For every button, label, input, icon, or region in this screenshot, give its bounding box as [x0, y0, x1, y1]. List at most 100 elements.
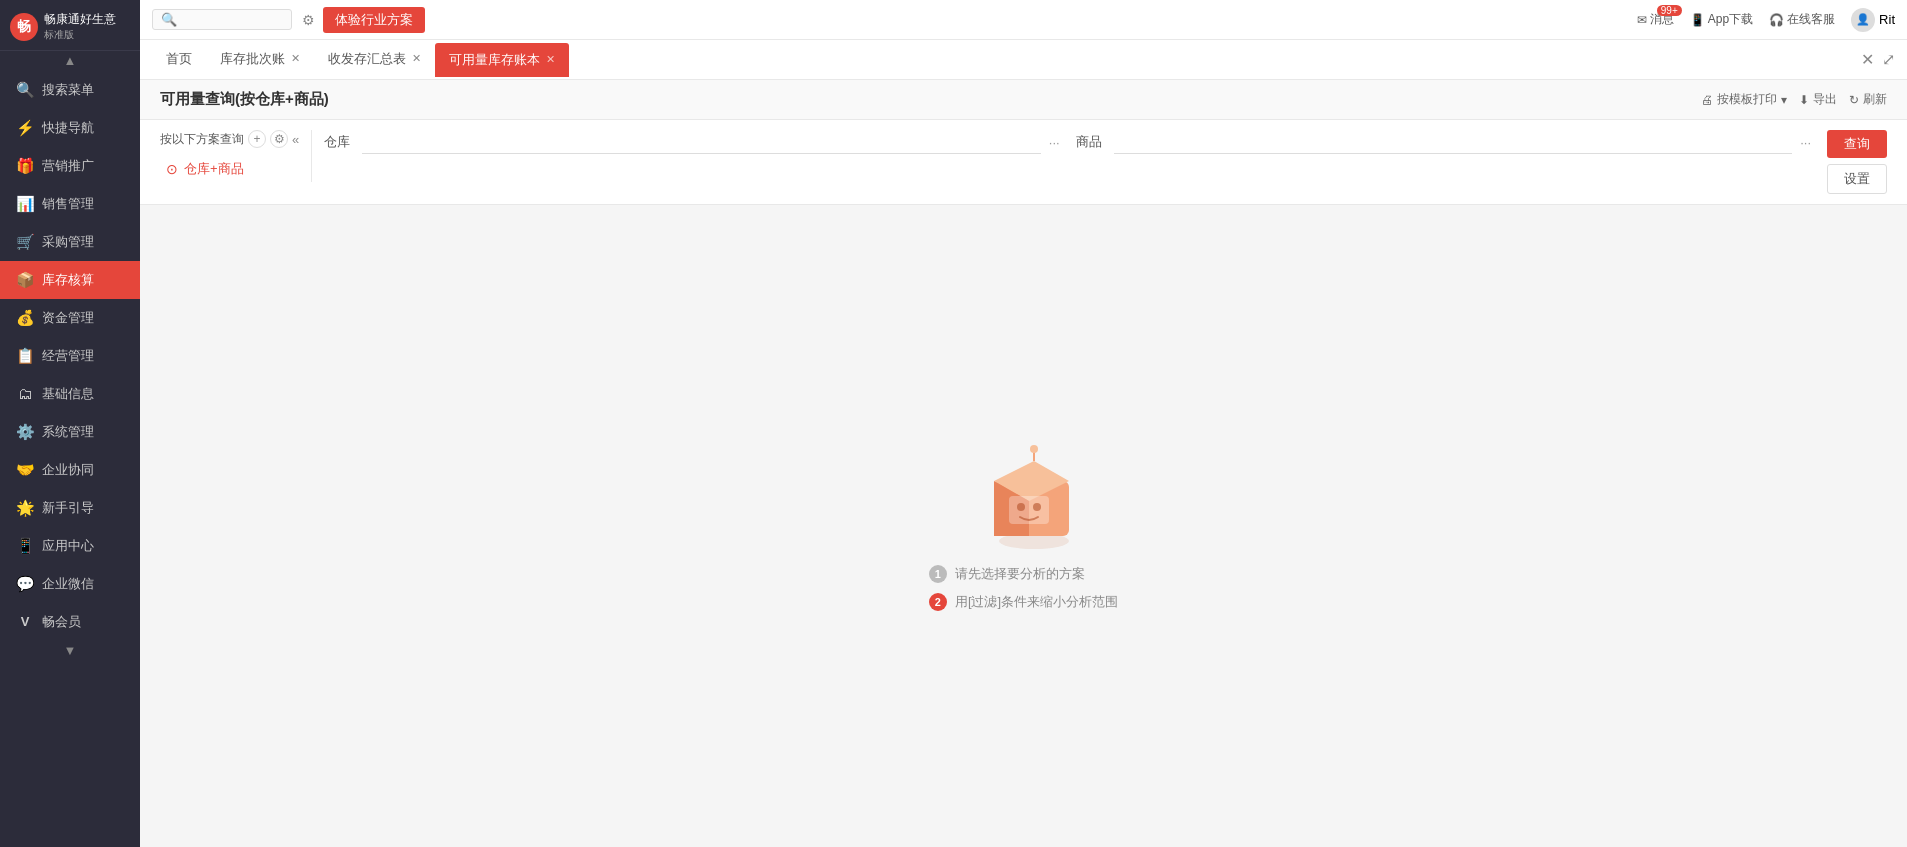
product-input[interactable] [1114, 130, 1793, 154]
enterprise-icon: 🤝 [16, 461, 34, 479]
marketing-icon: 🎁 [16, 157, 34, 175]
message-icon: ✉ [1637, 13, 1647, 27]
sidebar-item-wechat[interactable]: 💬 企业微信 [0, 565, 140, 603]
warehouse-field: 仓库 ··· [324, 130, 1059, 154]
query-scheme-panel: 按以下方案查询 + ⚙ « ⊙ 仓库+商品 [160, 130, 312, 182]
sidebar-item-basic[interactable]: 🗂 基础信息 [0, 375, 140, 413]
operations-icon: 📋 [16, 347, 34, 365]
expand-btn[interactable]: ⤢ [1882, 50, 1895, 69]
svg-point-6 [1033, 503, 1041, 511]
member-icon: V [16, 614, 34, 629]
page-header: 可用量查询(按仓库+商品) 🖨 按模板打印 ▾ ⬇ 导出 ↻ 刷新 [140, 80, 1907, 120]
tab-batch-account[interactable]: 库存批次账 ✕ [206, 42, 314, 78]
user-menu[interactable]: 👤 Rit [1851, 8, 1895, 32]
newbie-icon: 🌟 [16, 499, 34, 517]
purchase-icon: 🛒 [16, 233, 34, 251]
message-btn[interactable]: ✉ 消息 99+ [1637, 11, 1674, 28]
tab-available-close[interactable]: ✕ [546, 53, 555, 66]
headset-icon: 🎧 [1769, 13, 1784, 27]
empty-illustration [974, 441, 1074, 541]
sidebar-scroll-down[interactable]: ▼ [0, 641, 140, 661]
topbar: 🔍 ⚙ 体验行业方案 ✉ 消息 99+ 📱 App下载 🎧 在线客服 👤 [140, 0, 1907, 40]
tabbar: 首页 库存批次账 ✕ 收发存汇总表 ✕ 可用量库存账本 ✕ ✕ ⤢ [140, 40, 1907, 80]
warehouse-input[interactable] [362, 130, 1041, 154]
finance-icon: 💰 [16, 309, 34, 327]
warehouse-more-btn[interactable]: ··· [1049, 135, 1060, 150]
settings-panel-btn[interactable]: 设置 [1827, 164, 1887, 194]
query-btn[interactable]: 查询 [1827, 130, 1887, 158]
logo-icon: 畅 [10, 13, 38, 41]
sidebar-item-app[interactable]: 📱 应用中心 [0, 527, 140, 565]
app-icon: 📱 [16, 537, 34, 555]
app-badge: 标准版 [44, 28, 116, 42]
query-row: 仓库 ··· 商品 ··· [324, 130, 1811, 154]
scheme-header: 按以下方案查询 + ⚙ « [160, 130, 299, 148]
sidebar-item-shortcut[interactable]: ⚡ 快捷导航 [0, 109, 140, 147]
username: Rit [1879, 12, 1895, 27]
product-more-btn[interactable]: ··· [1800, 135, 1811, 150]
query-actions: 查询 设置 [1827, 130, 1887, 194]
query-fields: 仓库 ··· 商品 ··· [324, 130, 1811, 154]
search-icon: 🔍 [161, 12, 177, 27]
sidebar-scroll-up[interactable]: ▲ [0, 51, 140, 71]
refresh-btn[interactable]: ↻ 刷新 [1849, 91, 1887, 108]
empty-tip-2: 2 用[过滤]条件来缩小分析范围 [929, 593, 1118, 611]
empty-state: 1 请先选择要分析的方案 2 用[过滤]条件来缩小分析范围 [140, 205, 1907, 847]
inventory-icon: 📦 [16, 271, 34, 289]
app-download-btn[interactable]: 📱 App下载 [1690, 11, 1753, 28]
industry-btn[interactable]: 体验行业方案 [323, 7, 425, 33]
tip-number-1: 1 [929, 565, 947, 583]
sidebar-item-inventory[interactable]: 📦 库存核算 [0, 261, 140, 299]
sidebar-item-search[interactable]: 🔍 搜索菜单 [0, 71, 140, 109]
refresh-icon: ↻ [1849, 93, 1859, 107]
sidebar-item-finance[interactable]: 💰 资金管理 [0, 299, 140, 337]
sidebar-item-enterprise[interactable]: 🤝 企业协同 [0, 451, 140, 489]
tab-batch-account-close[interactable]: ✕ [291, 52, 300, 65]
sales-icon: 📊 [16, 195, 34, 213]
main-area: 🔍 ⚙ 体验行业方案 ✉ 消息 99+ 📱 App下载 🎧 在线客服 👤 [140, 0, 1907, 847]
query-panel: 按以下方案查询 + ⚙ « ⊙ 仓库+商品 仓库 ··· [140, 120, 1907, 205]
scheme-item-warehouse-product[interactable]: ⊙ 仓库+商品 [160, 156, 299, 182]
sidebar-item-system[interactable]: ⚙️ 系统管理 [0, 413, 140, 451]
topbar-right: ✉ 消息 99+ 📱 App下载 🎧 在线客服 👤 Rit [1637, 8, 1895, 32]
page-title: 可用量查询(按仓库+商品) [160, 90, 329, 109]
search-input[interactable] [181, 13, 261, 27]
empty-svg [974, 441, 1094, 551]
message-badge: 99+ [1657, 5, 1682, 16]
basic-icon: 🗂 [16, 385, 34, 402]
manage-scheme-btn[interactable]: ⚙ [270, 130, 288, 148]
topbar-search-box[interactable]: 🔍 [152, 9, 292, 30]
print-btn[interactable]: 🖨 按模板打印 ▾ [1701, 91, 1787, 108]
avatar: 👤 [1851, 8, 1875, 32]
page-content: 可用量查询(按仓库+商品) 🖨 按模板打印 ▾ ⬇ 导出 ↻ 刷新 [140, 80, 1907, 847]
sidebar-item-operations[interactable]: 📋 经营管理 [0, 337, 140, 375]
sidebar-item-sales[interactable]: 📊 销售管理 [0, 185, 140, 223]
export-icon: ⬇ [1799, 93, 1809, 107]
tab-summary[interactable]: 收发存汇总表 ✕ [314, 42, 435, 78]
sidebar-item-member[interactable]: V 畅会员 [0, 603, 140, 641]
close-tab-btn[interactable]: ✕ [1861, 50, 1874, 69]
empty-tip-1: 1 请先选择要分析的方案 [929, 565, 1118, 583]
export-btn[interactable]: ⬇ 导出 [1799, 91, 1837, 108]
collapse-scheme-btn[interactable]: « [292, 132, 299, 147]
search-icon: 🔍 [16, 81, 34, 99]
settings-icon[interactable]: ⚙ [302, 12, 315, 28]
empty-tips: 1 请先选择要分析的方案 2 用[过滤]条件来缩小分析范围 [929, 565, 1118, 611]
sidebar-item-marketing[interactable]: 🎁 营销推广 [0, 147, 140, 185]
mobile-icon: 📱 [1690, 13, 1705, 27]
app-name: 畅康通好生意 [44, 12, 116, 28]
add-scheme-btn[interactable]: + [248, 130, 266, 148]
system-icon: ⚙️ [16, 423, 34, 441]
page-header-actions: 🖨 按模板打印 ▾ ⬇ 导出 ↻ 刷新 [1701, 91, 1887, 108]
svg-point-8 [1030, 445, 1038, 453]
sidebar-item-purchase[interactable]: 🛒 采购管理 [0, 223, 140, 261]
tip-number-2: 2 [929, 593, 947, 611]
service-btn[interactable]: 🎧 在线客服 [1769, 11, 1835, 28]
tab-available[interactable]: 可用量库存账本 ✕ [435, 43, 569, 77]
tab-summary-close[interactable]: ✕ [412, 52, 421, 65]
tab-home[interactable]: 首页 [152, 42, 206, 78]
wechat-icon: 💬 [16, 575, 34, 593]
print-icon: 🖨 [1701, 93, 1713, 107]
sidebar: 畅 畅康通好生意 标准版 ▲ 🔍 搜索菜单 ⚡ 快捷导航 🎁 营销推广 📊 销售… [0, 0, 140, 847]
sidebar-item-newbie[interactable]: 🌟 新手引导 [0, 489, 140, 527]
